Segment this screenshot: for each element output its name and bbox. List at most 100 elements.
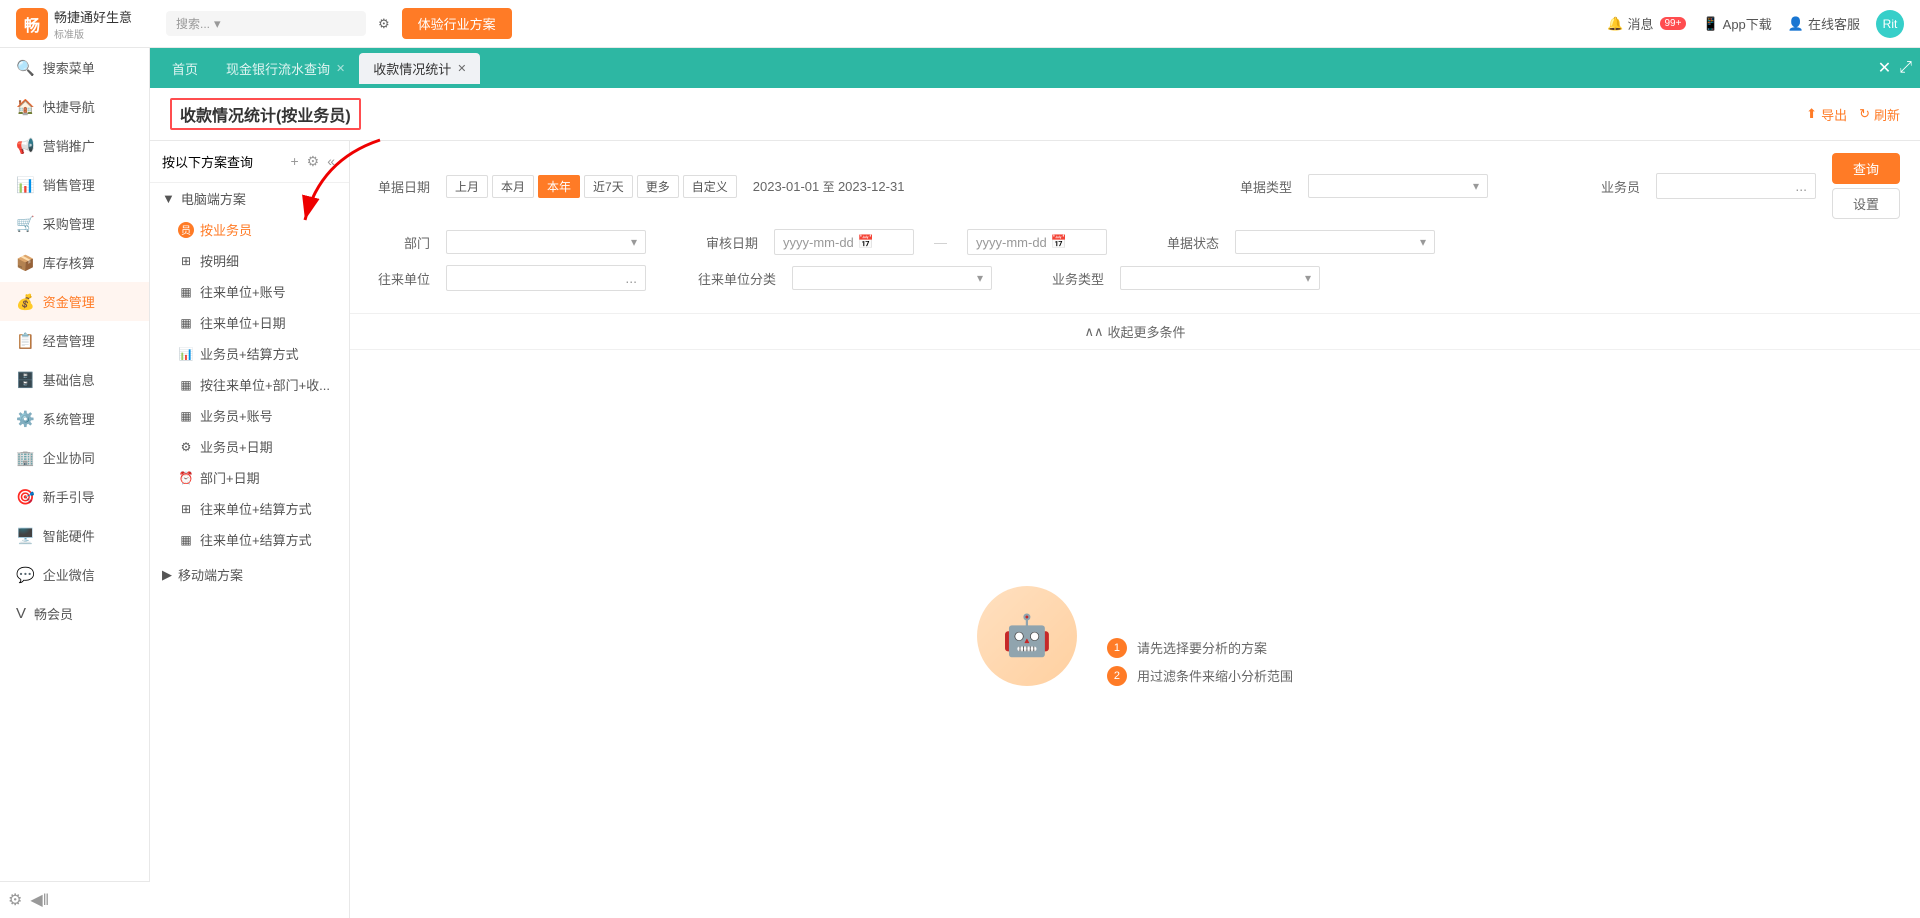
scheme-item-salesman-account[interactable]: ▦ 业务员+账号 (150, 400, 349, 431)
wechat-icon: 💬 (16, 566, 35, 584)
date-btn-last-month[interactable]: 上月 (446, 175, 488, 198)
scheme-group-mobile-title[interactable]: ▶ 移动端方案 (150, 559, 349, 590)
review-date-start-input[interactable]: yyyy-mm-dd 📅 (774, 229, 914, 255)
scheme-item-dept-date[interactable]: ⏰ 部门+日期 (150, 462, 349, 493)
sidebar-item-marketing[interactable]: 📢 营销推广 (0, 126, 149, 165)
maximize-window-icon[interactable]: ⤢ (1899, 59, 1912, 77)
add-scheme-button[interactable]: + (288, 151, 300, 172)
settings-bottom-icon[interactable]: ⚙ (8, 890, 22, 910)
settings-button[interactable]: 设置 (1832, 188, 1900, 219)
scheme-item-detail[interactable]: ⊞ 按明细 (150, 245, 349, 276)
scheme-group-mobile-label: 移动端方案 (178, 565, 243, 584)
sidebar-item-guide[interactable]: 🎯 新手引导 (0, 477, 149, 516)
bill-type-select[interactable]: ▾ (1308, 174, 1488, 198)
date-quick-buttons: 上月 本月 本年 近7天 更多 自定义 (446, 175, 737, 198)
scheme-item-salesman-payment[interactable]: 📊 业务员+结算方式 (150, 338, 349, 369)
tab-collection-stat[interactable]: 收款情况统计 ✕ (359, 53, 480, 84)
dept-select[interactable]: ▾ (446, 230, 646, 254)
scheme-item-salesman[interactable]: 员 按业务员 (150, 214, 349, 245)
bill-status-select[interactable]: ▾ (1235, 230, 1435, 254)
review-date-label: 审核日期 (698, 233, 758, 252)
scheme-item-partner-payment1[interactable]: ⊞ 往来单位+结算方式 (150, 493, 349, 524)
sidebar-item-inventory[interactable]: 📦 库存核算 (0, 243, 149, 282)
collapse-scheme-button[interactable]: « (325, 151, 337, 172)
scheme-item-partner-date[interactable]: ▦ 往来单位+日期 (150, 307, 349, 338)
tab-close-icon[interactable]: ✕ (336, 62, 345, 75)
close-window-icon[interactable]: ✕ (1878, 58, 1891, 78)
collapse-bar[interactable]: ∧∧ 收起更多条件 (350, 314, 1920, 350)
page-header: 收款情况统计(按业务员) ⬆ 导出 ↻ 刷新 (150, 88, 1920, 141)
sidebar-item-sales[interactable]: 📊 销售管理 (0, 165, 149, 204)
scheme-item-partner-account[interactable]: ▦ 往来单位+账号 (150, 276, 349, 307)
user-avatar[interactable]: Rit (1876, 10, 1904, 38)
gear-icon[interactable]: ⚙ (374, 12, 394, 36)
empty-step-2: 2 用过滤条件来缩小分析范围 (1107, 666, 1293, 686)
logo-text: 畅捷通好生意 (54, 7, 132, 26)
query-button[interactable]: 查询 (1832, 153, 1900, 184)
date-btn-more[interactable]: 更多 (637, 175, 679, 198)
sidebar-item-finance[interactable]: 💰 资金管理 (0, 282, 149, 321)
step-1-text: 请先选择要分析的方案 (1137, 638, 1267, 657)
counterpart-select[interactable]: ... (446, 265, 646, 291)
scheme-item-label: 部门+日期 (200, 468, 260, 487)
scheme-item-label: 业务员+账号 (200, 406, 273, 425)
page-header-right: ⬆ 导出 ↻ 刷新 (1806, 105, 1900, 124)
calendar-icon[interactable]: 📅 (858, 234, 874, 250)
guide-icon: 🎯 (16, 488, 35, 506)
header-search-area[interactable]: 搜索... ▾ (166, 11, 366, 36)
service-icon: 👤 (1788, 16, 1804, 32)
date-btn-this-month[interactable]: 本月 (492, 175, 534, 198)
trial-button[interactable]: 体验行业方案 (402, 8, 512, 39)
notification-label: 消息 (1627, 14, 1653, 33)
refresh-button[interactable]: ↻ 刷新 (1859, 105, 1900, 124)
dropdown-arrow-icon: ▾ (214, 16, 221, 32)
scheme-item-salesman-date[interactable]: ⚙ 业务员+日期 (150, 431, 349, 462)
business-type-select[interactable]: ▾ (1120, 266, 1320, 290)
sidebar-item-basic[interactable]: 🗄️ 基础信息 (0, 360, 149, 399)
export-button[interactable]: ⬆ 导出 (1806, 105, 1847, 124)
app-download-item[interactable]: 📱 App下载 (1702, 14, 1771, 33)
sidebar-item-vip[interactable]: V 畅会员 (0, 594, 149, 633)
tab-close-icon[interactable]: ✕ (457, 62, 466, 75)
date-btn-7days[interactable]: 近7天 (584, 175, 633, 198)
sidebar-item-wechat[interactable]: 💬 企业微信 (0, 555, 149, 594)
counterpart-category-label: 往来单位分类 (698, 269, 776, 288)
sidebar-item-search[interactable]: 🔍 搜索菜单 (0, 48, 149, 87)
sidebar-item-hardware[interactable]: 🖥️ 智能硬件 (0, 516, 149, 555)
tab-bank-flow[interactable]: 现金银行流水查询 ✕ (212, 53, 359, 84)
hardware-icon: 🖥️ (16, 527, 35, 545)
sidebar-item-purchase[interactable]: 🛒 采购管理 (0, 204, 149, 243)
online-service-item[interactable]: 👤 在线客服 (1788, 14, 1860, 33)
sidebar-item-nav[interactable]: 🏠 快捷导航 (0, 87, 149, 126)
dash-separator: — (930, 235, 951, 250)
counterpart-category-select[interactable]: ▾ (792, 266, 992, 290)
scheme-item-partner-payment2[interactable]: ▦ 往来单位+结算方式 (150, 524, 349, 555)
salesman-dots[interactable]: ... (1795, 178, 1807, 194)
calendar2-icon[interactable]: 📅 (1051, 234, 1067, 250)
management-icon: 📋 (16, 332, 35, 350)
notification-item[interactable]: 🔔 消息 99+ (1607, 14, 1686, 33)
filter-row-1: 单据日期 上月 本月 本年 近7天 更多 自定义 2023-01-01 至 20… (370, 153, 1900, 219)
sales-icon: 📊 (16, 176, 35, 194)
scheme-settings-button[interactable]: ⚙ (305, 151, 322, 172)
review-date-end-input[interactable]: yyyy-mm-dd 📅 (967, 229, 1107, 255)
sidebar-item-system[interactable]: ⚙️ 系统管理 (0, 399, 149, 438)
content-layout: 按以下方案查询 + ⚙ « ▼ 电脑端方案 员 (150, 141, 1920, 918)
scheme-group-desktop-title[interactable]: ▼ 电脑端方案 (150, 183, 349, 214)
scheme-item-partner-dept[interactable]: ▦ 按往来单位+部门+收... (150, 369, 349, 400)
collapse-sidebar-icon[interactable]: ◀‖ (30, 890, 49, 910)
tab-home-label: 首页 (172, 59, 198, 78)
review-date-end-value: yyyy-mm-dd (976, 235, 1047, 250)
scheme-item-label: 往来单位+结算方式 (200, 530, 312, 549)
date-btn-custom[interactable]: 自定义 (683, 175, 737, 198)
scheme-item-label: 按往来单位+部门+收... (200, 375, 330, 394)
salesman-select[interactable]: ... (1656, 173, 1816, 199)
date-btn-this-year[interactable]: 本年 (538, 175, 580, 198)
sidebar-item-corp[interactable]: 🏢 企业协同 (0, 438, 149, 477)
sidebar-item-label: 企业协同 (43, 448, 95, 467)
tab-home[interactable]: 首页 (158, 53, 212, 84)
collapse-icon: ∧∧ (1084, 324, 1103, 340)
sidebar-item-management[interactable]: 📋 经营管理 (0, 321, 149, 360)
counterpart-dots[interactable]: ... (625, 270, 637, 286)
counterpart-label: 往来单位 (370, 269, 430, 288)
